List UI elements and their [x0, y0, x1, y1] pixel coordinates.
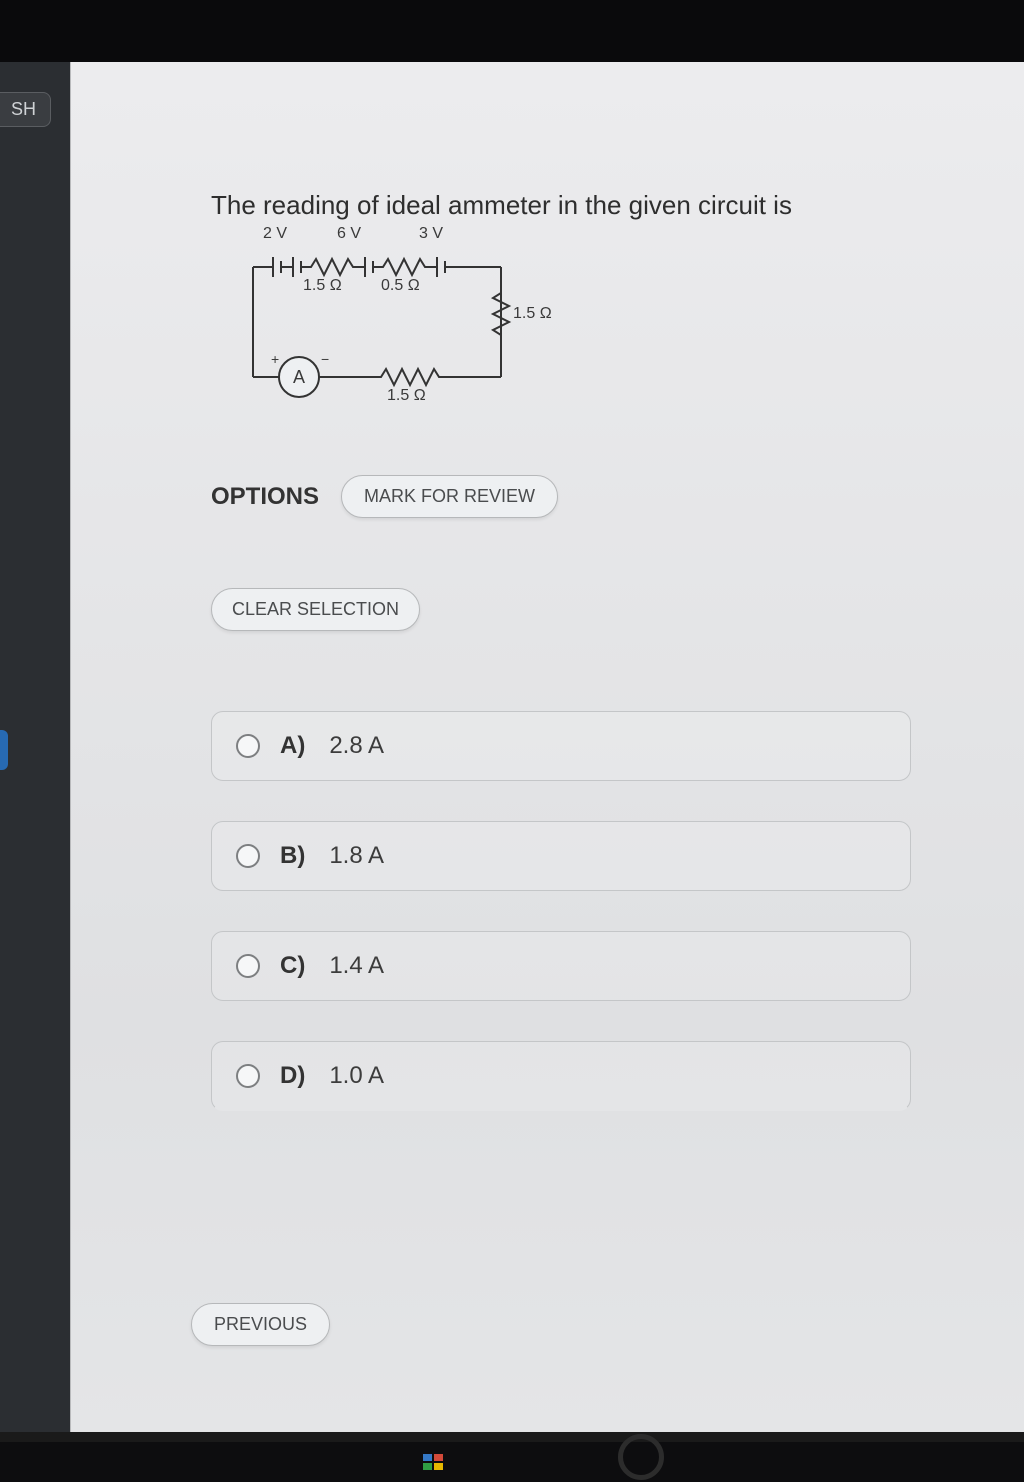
label-r-top-right: 0.5 Ω [381, 277, 420, 295]
answer-list: A) 2.8 A B) 1.8 A C) 1.4 A D) 1.0 A [211, 711, 911, 1111]
clear-selection-button[interactable]: CLEAR SELECTION [211, 588, 420, 631]
label-r-bottom: 1.5 Ω [387, 387, 426, 405]
radio-icon [236, 844, 260, 868]
label-v3: 3 V [419, 225, 443, 243]
answer-key: B) [280, 842, 305, 870]
os-taskbar [0, 1442, 1024, 1482]
circuit-diagram: 2 V 6 V 3 V 1.5 Ω 0.5 Ω 1.5 Ω 1.5 Ω + − … [241, 227, 561, 417]
mark-for-review-button[interactable]: MARK FOR REVIEW [341, 475, 558, 518]
answer-option-a[interactable]: A) 2.8 A [211, 711, 911, 781]
radio-icon [236, 954, 260, 978]
answer-value: 1.8 A [329, 842, 384, 870]
radio-icon [236, 734, 260, 758]
magnifier-icon[interactable] [618, 1434, 664, 1480]
answer-value: 2.8 A [329, 732, 384, 760]
answer-key: A) [280, 732, 305, 760]
answer-key: D) [280, 1062, 305, 1090]
question-text: The reading of ideal ammeter in the give… [211, 190, 911, 221]
answer-option-c[interactable]: C) 1.4 A [211, 931, 911, 1001]
label-r-right: 1.5 Ω [513, 305, 552, 323]
app-left-sidebar [0, 62, 70, 1432]
ammeter-label: A [293, 367, 305, 388]
ammeter-plus: + [271, 351, 279, 367]
question-page: The reading of ideal ammeter in the give… [70, 62, 1024, 1432]
ammeter-minus: − [321, 351, 329, 367]
options-heading: OPTIONS [211, 483, 319, 511]
options-row: OPTIONS MARK FOR REVIEW [211, 475, 911, 518]
sidebar-accent-tab [0, 730, 8, 770]
label-v1: 2 V [263, 225, 287, 243]
answer-key: C) [280, 952, 305, 980]
label-r-top-left: 1.5 Ω [303, 277, 342, 295]
sidebar-chip-sh[interactable]: SH [0, 92, 51, 127]
question-content: The reading of ideal ammeter in the give… [211, 190, 911, 1111]
answer-option-b[interactable]: B) 1.8 A [211, 821, 911, 891]
answer-value: 1.4 A [329, 952, 384, 980]
answer-option-d[interactable]: D) 1.0 A [211, 1041, 911, 1111]
taskbar-window-icon[interactable] [420, 1448, 448, 1476]
label-v2: 6 V [337, 225, 361, 243]
radio-icon [236, 1064, 260, 1088]
previous-button[interactable]: PREVIOUS [191, 1303, 330, 1346]
answer-value: 1.0 A [329, 1062, 384, 1090]
window-top-strip [0, 0, 1024, 62]
